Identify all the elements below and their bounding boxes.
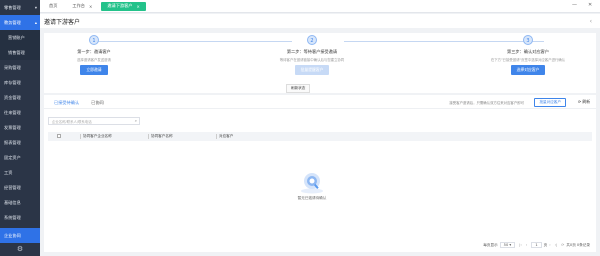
sidebar-item[interactable]: 工资 <box>0 165 40 180</box>
sidebar-item-label: 系统管理 <box>4 214 21 220</box>
sidebar-item[interactable]: 零售管理 ▾ <box>0 0 40 15</box>
page-title-bar: 邀请下游客户 ‹ <box>40 14 600 28</box>
chevron-down-icon: ▾ <box>34 5 37 10</box>
sidebar-item[interactable]: 经营管理 <box>0 180 40 195</box>
sidebar-item-label: 库存管理 <box>4 79 21 85</box>
sidebar-item[interactable]: 发票管理 <box>0 120 40 135</box>
sidebar-item[interactable]: 往来管理 <box>0 105 40 120</box>
sidebar-item-label: 教务管理 <box>4 19 21 25</box>
step-title: 第三步：确认对应客户 <box>507 49 549 54</box>
page-title: 邀请下游客户 <box>44 18 81 26</box>
refresh-icon[interactable]: ⟳ <box>561 243 564 247</box>
chevron-left-icon[interactable]: ‹ <box>590 18 592 25</box>
list-panel: 已接受待确认 已协同 接受客户邀请后，只需确认双方往来对应客户即可 批量对应客户… <box>44 95 596 252</box>
empty-text: 暂无已邀请待确认 <box>297 196 327 200</box>
sidebar-item-label: 基础信息 <box>4 199 21 205</box>
tab-invite-customer[interactable]: 邀请下游客户 × <box>101 1 146 11</box>
search-icon[interactable]: ⌕ <box>135 118 137 123</box>
sidebar-item-label: 固定资产 <box>4 154 21 160</box>
sidebar-item-label: 营销账户 <box>8 34 25 40</box>
step-number: 2 <box>307 35 317 45</box>
tab-label: 邀请下游客户 <box>107 3 133 8</box>
step-description: 选择邀请客户发送邀请 <box>77 58 111 62</box>
page-input[interactable]: 1 <box>531 242 542 248</box>
search-input[interactable]: 企业名称/联系人/联系电话 ⌕ <box>48 117 140 125</box>
close-icon[interactable]: × <box>136 4 139 9</box>
sidebar-item[interactable]: 固定资产 <box>0 150 40 165</box>
sidebar-item-label: 报表管理 <box>4 139 21 145</box>
select-customer-button[interactable]: 选择对应客户 <box>510 65 546 75</box>
sidebar-item[interactable]: 资金管理 <box>0 90 40 105</box>
tab-workbench[interactable]: 工作台 × <box>66 2 98 11</box>
page-size-select[interactable]: 50 ▾ <box>499 242 516 248</box>
refresh-icon: ⟳ <box>578 99 582 104</box>
empty-state: 暂无已邀请待确认 <box>292 170 332 201</box>
sidebar-item-label: 往来管理 <box>4 109 21 115</box>
next-page-icon[interactable]: › <box>549 243 550 247</box>
sidebar-item[interactable]: 教务管理 ▴ <box>0 15 40 30</box>
total-records: 共0页 0条记录 <box>566 242 590 247</box>
refresh-status-button[interactable]: 刷新状态 <box>286 84 311 93</box>
divider <box>44 108 596 109</box>
tab-home[interactable]: 首页 <box>43 2 63 11</box>
last-page-icon[interactable]: ›| <box>555 243 558 247</box>
chevron-up-icon: ▴ <box>34 20 37 25</box>
first-page-icon[interactable]: |‹ <box>519 243 522 247</box>
step-number: 1 <box>89 35 99 45</box>
toolbar-hint: 接受客户邀请后，只需确认双方往来对应客户即可 <box>449 101 524 105</box>
search-placeholder: 企业名称/联系人/联系电话 <box>52 120 92 124</box>
page-size-value: 50 <box>503 243 509 247</box>
sidebar-item[interactable]: 销售管理 <box>0 45 40 60</box>
sidebar-item-label: 采购管理 <box>4 64 21 70</box>
sidebar-item-label: 经营管理 <box>4 184 21 190</box>
sidebar-item[interactable]: 报表管理 <box>0 135 40 150</box>
tab-label: 工作台 <box>72 3 85 8</box>
sidebar: 零售管理 ▾ 教务管理 ▴ 营销账户销售管理采购管理库存管理资金管理往来管理发票管理报表… <box>0 0 40 256</box>
empty-illustration-icon <box>301 173 323 194</box>
step-3: 3 第三步：确认对应客户 在下方"已接受邀请"页签中选择对应客户进行确认 选择对… <box>468 35 588 75</box>
sidebar-item-label: 发票管理 <box>4 124 21 130</box>
page-unit: 页 <box>543 242 548 247</box>
sidebar-item[interactable]: 营销账户 <box>0 30 40 45</box>
window-close-icon[interactable]: ✕ <box>588 2 592 8</box>
step-title: 第一步：邀请客户 <box>77 49 111 54</box>
minimize-icon[interactable]: — <box>572 2 577 8</box>
step-2: 2 第二步：等待客户接受邀请 等待客户在邀请链接中确认后与您建立协同 批量提醒客… <box>262 35 362 75</box>
invite-now-button[interactable]: 立即邀请 <box>80 65 108 75</box>
table-header: 协同客户企业名称 协同客户名称 对应客户 <box>48 132 592 141</box>
sidebar-item[interactable]: 库存管理 <box>0 75 40 90</box>
tab-bar: 首页 工作台 × 邀请下游客户 × — ✕ <box>40 0 600 13</box>
column-header[interactable]: 协同客户企业名称 <box>80 134 112 139</box>
step-description: 在下方"已接受邀请"页签中选择对应客户进行确认 <box>490 58 566 62</box>
sidebar-item[interactable]: 采购管理 <box>0 60 40 75</box>
sidebar-item-label: 资金管理 <box>4 94 21 100</box>
column-header[interactable]: 协同客户名称 <box>148 134 173 139</box>
steps-panel: 1 第一步：邀请客户 选择邀请客户发送邀请 立即邀请 2 第二步：等待客户接受邀… <box>44 33 596 93</box>
sidebar-item[interactable]: 基础信息 <box>0 195 40 210</box>
page-size-label: 每页显示 <box>483 242 498 247</box>
sidebar-item-label: 工资 <box>4 169 13 175</box>
batch-remind-button[interactable]: 批量提醒客户 <box>294 65 330 75</box>
gear-icon[interactable]: ⚙ <box>15 244 25 254</box>
tab-label: 首页 <box>49 3 58 8</box>
column-header[interactable]: 对应客户 <box>216 134 233 139</box>
sidebar-item-label: 销售管理 <box>8 49 25 55</box>
step-title: 第二步：等待客户接受邀请 <box>286 49 338 54</box>
sidebar-item[interactable]: 系统管理 <box>0 210 40 225</box>
refresh-button[interactable]: ⟳ 刷新 <box>578 99 590 105</box>
step-description: 等待客户在邀请链接中确认后与您建立协同 <box>279 58 345 62</box>
close-icon[interactable]: × <box>89 4 92 9</box>
sidebar-item-enterprise-collab[interactable]: 企业协同 <box>0 228 40 243</box>
pagination: 每页显示 50 ▾ |‹ ‹ 1 页 › ›| ⟳ 共0页 0条记录 <box>483 242 590 248</box>
refresh-label: 刷新 <box>582 99 590 104</box>
sidebar-item-label: 零售管理 <box>4 4 21 10</box>
select-all-checkbox[interactable] <box>57 134 61 138</box>
prev-page-icon[interactable]: ‹ <box>526 243 527 247</box>
step-number: 3 <box>523 35 533 45</box>
batch-match-button[interactable]: 批量对应客户 <box>534 98 566 107</box>
chevron-down-icon: ▾ <box>509 243 512 247</box>
step-1: 1 第一步：邀请客户 选择邀请客户发送邀请 立即邀请 <box>54 35 134 75</box>
